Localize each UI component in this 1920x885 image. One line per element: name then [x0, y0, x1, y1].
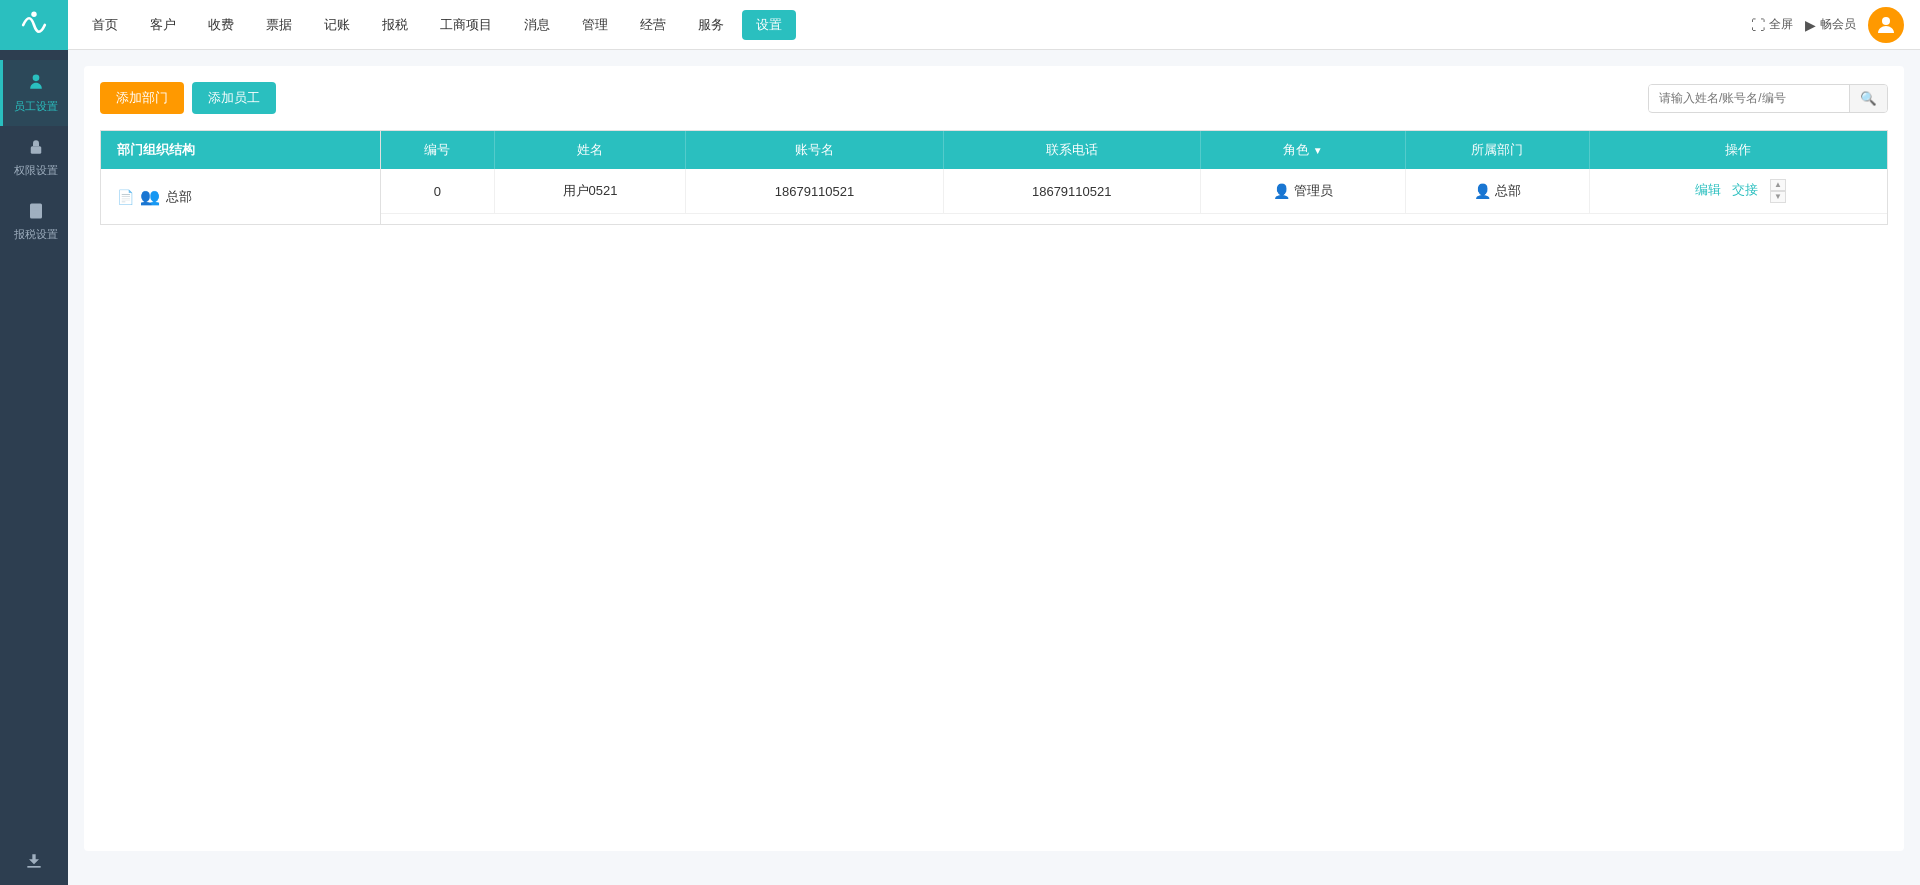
svg-rect-7 — [32, 213, 37, 214]
svg-rect-3 — [30, 146, 41, 154]
nav-item-accounting[interactable]: 记账 — [310, 10, 364, 40]
user-avatar[interactable] — [1868, 7, 1904, 43]
member-button[interactable]: ▶ 畅会员 — [1805, 16, 1856, 33]
sidebar-item-tax-label: 报税设置 — [14, 227, 58, 242]
nav-item-operation[interactable]: 经营 — [626, 10, 680, 40]
svg-point-0 — [31, 11, 36, 16]
svg-rect-8 — [27, 866, 40, 868]
tree-panel: 部门组织结构 📄 👥 总部 — [100, 130, 380, 225]
member-icon: ▶ — [1805, 17, 1816, 33]
cell-name: 用户0521 — [494, 169, 686, 214]
cell-id: 0 — [381, 169, 494, 214]
person-icon — [26, 72, 46, 95]
filter-icon: ▼ — [1313, 145, 1323, 156]
svg-point-1 — [1882, 17, 1890, 25]
top-right-actions: ⛶ 全屏 ▶ 畅会员 — [1751, 7, 1920, 43]
sidebar-download[interactable] — [24, 851, 44, 873]
col-name: 姓名 — [494, 131, 686, 169]
employee-table: 编号 姓名 账号名 联系电话 角色 ▼ 所属部门 操作 — [380, 130, 1888, 225]
sidebar-item-employee-label: 员工设置 — [14, 99, 58, 114]
sidebar-item-permissions-label: 权限设置 — [14, 163, 58, 178]
nav-item-tax[interactable]: 报税 — [368, 10, 422, 40]
toolbar: 添加部门 添加员工 🔍 — [100, 82, 1888, 114]
add-employee-button[interactable]: 添加员工 — [192, 82, 276, 114]
sidebar-item-permissions[interactable]: 权限设置 — [0, 126, 68, 190]
svg-point-2 — [32, 75, 39, 82]
cell-dept: 👤 总部 — [1406, 169, 1590, 214]
nav-item-invoice[interactable]: 票据 — [252, 10, 306, 40]
search-input[interactable] — [1649, 85, 1849, 111]
main-layout: 员工设置 权限设置 报税设置 — [0, 50, 1920, 885]
tree-body: 📄 👥 总部 — [101, 169, 380, 224]
file-icon: 📄 — [117, 189, 134, 205]
sidebar-item-employee[interactable]: 员工设置 — [0, 60, 68, 126]
role-user-icon: 👤 — [1273, 183, 1290, 199]
search-button[interactable]: 🔍 — [1849, 85, 1887, 112]
cell-phone: 18679110521 — [943, 169, 1200, 214]
scroll-up-btn[interactable]: ▲ — [1770, 179, 1786, 191]
table-body: 0 用户0521 18679110521 18679110521 👤 管理员 — [381, 169, 1887, 214]
nav-item-manage[interactable]: 管理 — [568, 10, 622, 40]
nav-item-home[interactable]: 首页 — [78, 10, 132, 40]
tree-header: 部门组织结构 — [101, 131, 380, 169]
sidebar-item-tax-settings[interactable]: 报税设置 — [0, 190, 68, 254]
fullscreen-icon: ⛶ — [1751, 17, 1765, 33]
svg-rect-5 — [32, 207, 40, 208]
dept-user-icon: 👤 — [1474, 183, 1491, 199]
col-id: 编号 — [381, 131, 494, 169]
dept-badge: 👤 总部 — [1474, 182, 1521, 200]
nav-item-service[interactable]: 服务 — [684, 10, 738, 40]
col-account: 账号名 — [686, 131, 943, 169]
nav-menu: 首页 客户 收费 票据 记账 报税 工商项目 消息 管理 经营 服务 设置 — [68, 10, 1751, 40]
sidebar: 员工设置 权限设置 报税设置 — [0, 50, 68, 885]
svg-rect-6 — [32, 210, 40, 211]
content-area: 添加部门 添加员工 🔍 部门组织结构 📄 👥 — [84, 66, 1904, 851]
transfer-link[interactable]: 交接 — [1732, 182, 1758, 197]
logo — [0, 0, 68, 50]
scroll-down-btn[interactable]: ▼ — [1770, 191, 1786, 203]
nav-item-client[interactable]: 客户 — [136, 10, 190, 40]
lock-icon — [27, 138, 45, 159]
nav-item-message[interactable]: 消息 — [510, 10, 564, 40]
tree-node-label: 总部 — [166, 188, 192, 206]
edit-link[interactable]: 编辑 — [1695, 182, 1721, 197]
col-dept: 所属部门 — [1406, 131, 1590, 169]
report-icon — [27, 202, 45, 223]
search-icon: 🔍 — [1860, 91, 1877, 106]
cell-actions: 编辑 交接 ▲ ▼ — [1589, 169, 1887, 214]
col-phone: 联系电话 — [943, 131, 1200, 169]
search-bar: 🔍 — [1648, 84, 1888, 113]
employee-data-table: 编号 姓名 账号名 联系电话 角色 ▼ 所属部门 操作 — [381, 131, 1887, 214]
role-badge: 👤 管理员 — [1273, 182, 1333, 200]
table-header: 编号 姓名 账号名 联系电话 角色 ▼ 所属部门 操作 — [381, 131, 1887, 169]
tree-node-root[interactable]: 📄 👥 总部 — [101, 179, 380, 214]
table-row: 0 用户0521 18679110521 18679110521 👤 管理员 — [381, 169, 1887, 214]
scroll-buttons: ▲ ▼ — [1770, 179, 1786, 203]
download-icon — [24, 851, 44, 873]
add-dept-button[interactable]: 添加部门 — [100, 82, 184, 114]
main-content: 添加部门 添加员工 🔍 部门组织结构 📄 👥 — [68, 50, 1920, 885]
table-layout: 部门组织结构 📄 👥 总部 编号 — [100, 130, 1888, 225]
cell-account: 18679110521 — [686, 169, 943, 214]
nav-item-settings[interactable]: 设置 — [742, 10, 796, 40]
nav-item-business[interactable]: 工商项目 — [426, 10, 506, 40]
top-navigation: 首页 客户 收费 票据 记账 报税 工商项目 消息 管理 经营 服务 设置 ⛶ … — [0, 0, 1920, 50]
group-icon: 👥 — [140, 187, 160, 206]
cell-role: 👤 管理员 — [1200, 169, 1405, 214]
col-actions: 操作 — [1589, 131, 1887, 169]
nav-item-fee[interactable]: 收费 — [194, 10, 248, 40]
col-role[interactable]: 角色 ▼ — [1200, 131, 1405, 169]
fullscreen-button[interactable]: ⛶ 全屏 — [1751, 16, 1793, 33]
